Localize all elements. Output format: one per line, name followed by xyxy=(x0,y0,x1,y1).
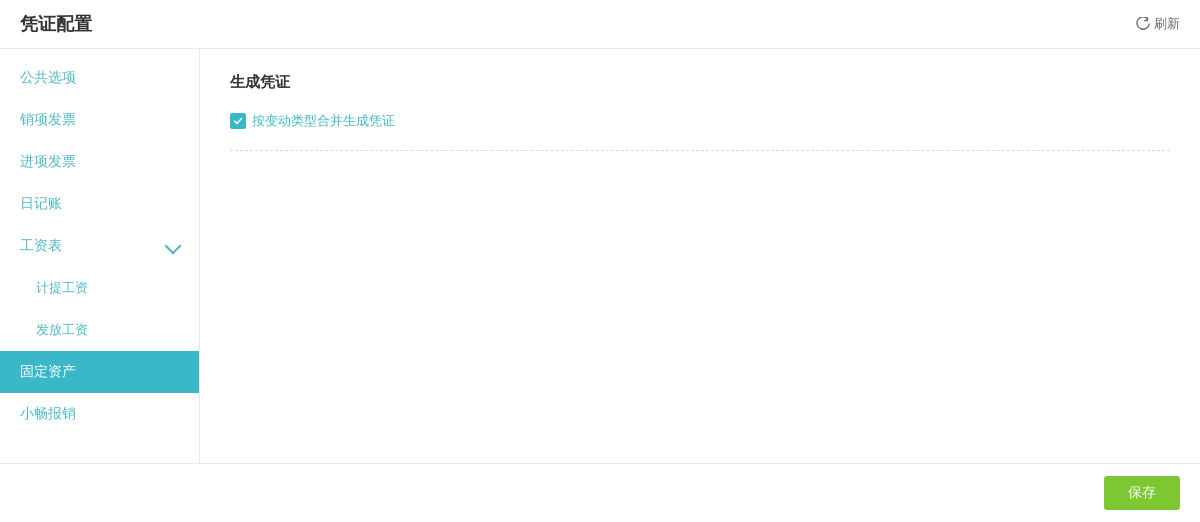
sidebar-item-pay-payroll[interactable]: 发放工资 xyxy=(0,309,199,351)
sidebar-label: 固定资产 xyxy=(20,363,76,381)
sidebar-label: 发放工资 xyxy=(36,321,88,339)
sidebar-item-journal[interactable]: 日记账 xyxy=(0,183,199,225)
sidebar-item-public-options[interactable]: 公共选项 xyxy=(0,57,199,99)
refresh-label: 刷新 xyxy=(1154,15,1180,33)
sidebar-item-fixed-assets[interactable]: 固定资产 xyxy=(0,351,199,393)
sidebar-item-payroll-table[interactable]: 工资表 xyxy=(0,225,199,267)
page-wrapper: 凭证配置 刷新 公共选项 销项发票 进项发票 日记账 xyxy=(0,0,1200,522)
sidebar-label: 进项发票 xyxy=(20,153,76,171)
footer: 保存 xyxy=(0,463,1200,522)
refresh-icon xyxy=(1136,17,1150,31)
sidebar-label: 工资表 xyxy=(20,237,62,255)
checkbox-label: 按变动类型合并生成凭证 xyxy=(252,112,395,130)
section-title: 生成凭证 xyxy=(230,73,1170,92)
section-divider xyxy=(230,150,1170,151)
sidebar-label: 日记账 xyxy=(20,195,62,213)
merge-by-type-checkbox[interactable]: 按变动类型合并生成凭证 xyxy=(230,112,395,130)
sidebar-label: 销项发票 xyxy=(20,111,76,129)
sidebar-item-petty-cash[interactable]: 小畅报销 xyxy=(0,393,199,435)
sidebar-label: 公共选项 xyxy=(20,69,76,87)
chevron-down-icon xyxy=(165,238,182,255)
page-title: 凭证配置 xyxy=(20,12,92,36)
sidebar-item-purchase-invoice[interactable]: 进项发票 xyxy=(0,141,199,183)
sidebar-item-calc-payroll[interactable]: 计提工资 xyxy=(0,267,199,309)
checkbox-box xyxy=(230,113,246,129)
content-area: 生成凭证 按变动类型合并生成凭证 xyxy=(200,49,1200,463)
sidebar-label: 计提工资 xyxy=(36,279,88,297)
header: 凭证配置 刷新 xyxy=(0,0,1200,49)
sidebar-item-sales-invoice[interactable]: 销项发票 xyxy=(0,99,199,141)
sidebar-label: 小畅报销 xyxy=(20,405,76,423)
refresh-button[interactable]: 刷新 xyxy=(1136,15,1180,33)
checkbox-row: 按变动类型合并生成凭证 xyxy=(230,112,1170,130)
save-button[interactable]: 保存 xyxy=(1104,476,1180,510)
main-layout: 公共选项 销项发票 进项发票 日记账 工资表 计提工资 发放工资 固定资产 xyxy=(0,49,1200,463)
sidebar: 公共选项 销项发票 进项发票 日记账 工资表 计提工资 发放工资 固定资产 xyxy=(0,49,200,463)
